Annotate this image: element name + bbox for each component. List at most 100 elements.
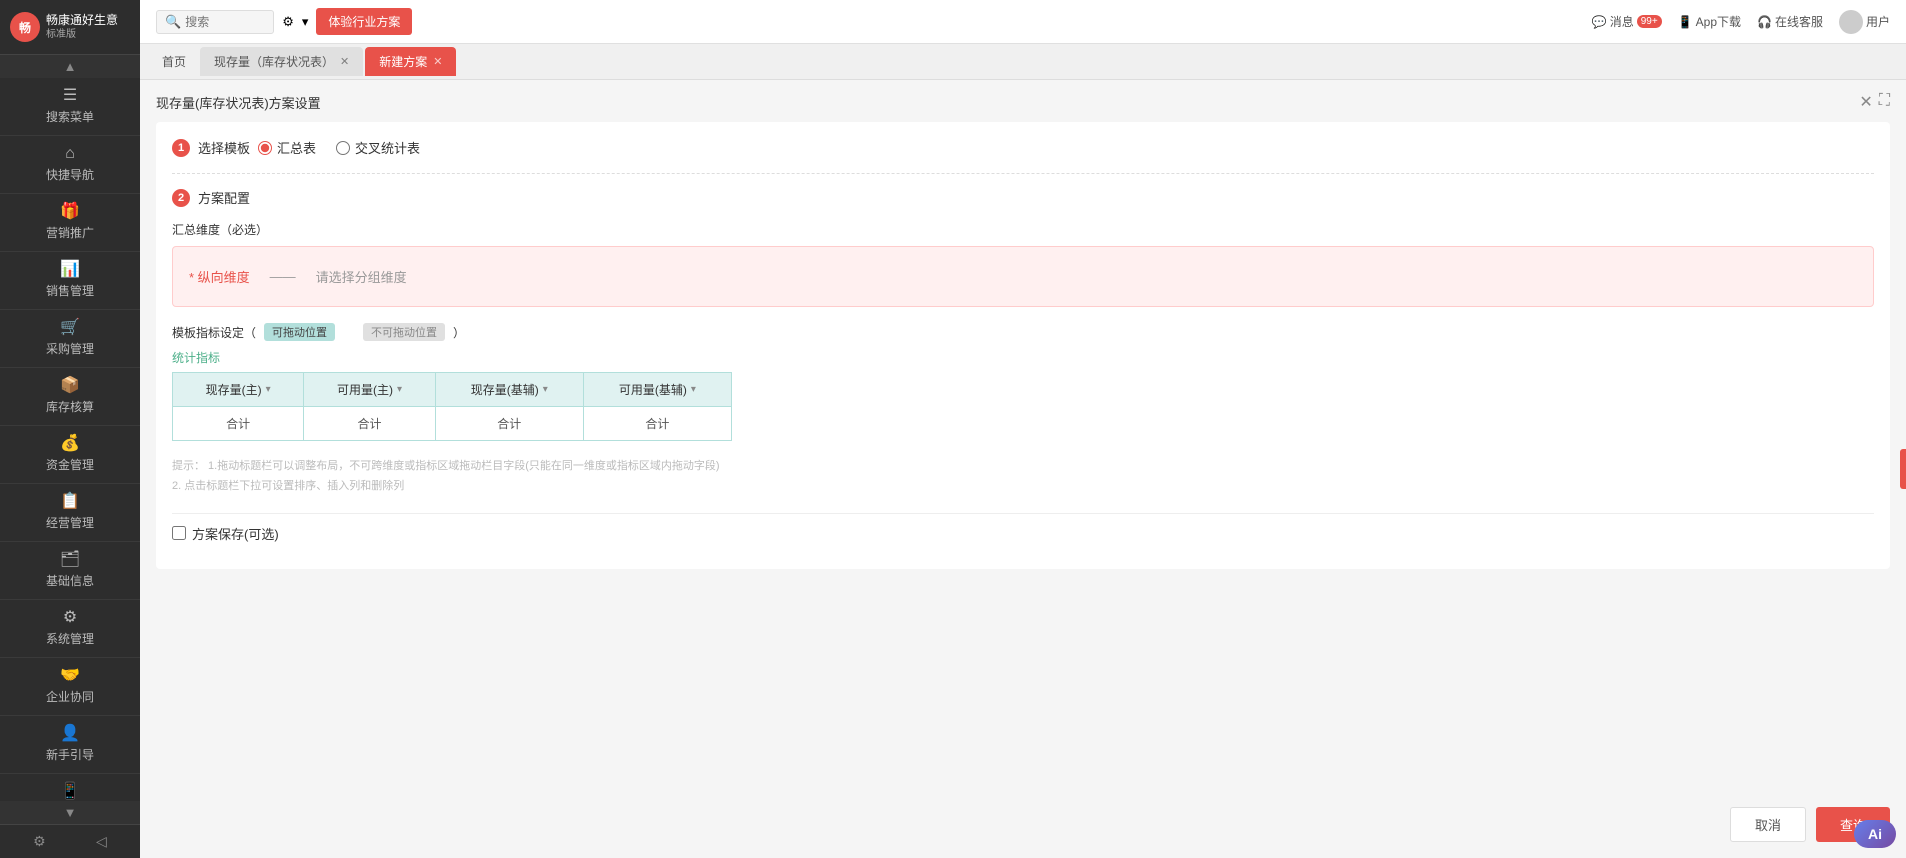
table-row: 合计 合计 合计 合计 [173,407,732,441]
search-menu-icon: ☰ [63,88,77,104]
table-cell-col4: 合计 [583,407,731,441]
gear-icon: ⚙ [63,610,77,626]
table-header-col4[interactable]: 可用量(基辅) ▾ [583,373,731,407]
table-cell-col3: 合计 [435,407,583,441]
table-cell-col1: 合计 [173,407,304,441]
tab-new-plan[interactable]: 新建方案 ✕ [365,47,456,76]
online-service-item[interactable]: 🎧 在线客服 [1757,13,1823,30]
close-panel-btn[interactable]: ✕ [1859,92,1872,112]
message-label: 消息 [1610,13,1634,30]
radio-summary-label: 汇总表 [277,138,316,157]
stats-section-label: 统计指标 [172,349,1874,366]
clipboard-icon: 📋 [60,494,80,510]
sidebar-item-label: 企业协同 [46,688,94,705]
save-section: 方案保存(可选) [172,513,1874,553]
search-icon: 🔍 [165,14,181,30]
indicator-label-end2: ） [453,324,465,341]
radio-cross-label: 交叉统计表 [355,138,420,157]
sidebar-item-label: 系统管理 [46,630,94,647]
topbar-left: 🔍 ⚙ ▾ 体验行业方案 [156,8,412,35]
draggable-badge: 可拖动位置 [264,323,335,341]
tab-inventory-status[interactable]: 现存量（库存状况表） ✕ [200,47,363,76]
tab-new-plan-close[interactable]: ✕ [433,55,442,68]
radio-summary-input[interactable] [258,141,272,155]
content-area: 现存量(库存状况表)方案设置 ✕ ⛶ 1 选择模板 汇总表 [140,80,1906,858]
industry-btn[interactable]: 体验行业方案 [316,8,412,35]
step2-section: 2 方案配置 汇总维度（必选） * 纵向维度 —— 请选择分组维度 模板指标设定… [172,188,1874,497]
indicator-label-end [343,324,355,341]
sidebar-item-basic[interactable]: 🗂 基础信息 [0,542,140,600]
sidebar-item-purchase[interactable]: 🛒 采购管理 [0,310,140,368]
sidebar-scroll-up[interactable]: ▲ [0,55,140,78]
resize-handle[interactable] [1900,449,1906,489]
sidebar-item-business[interactable]: 📋 经营管理 [0,484,140,542]
section-divider-1 [172,173,1874,174]
message-icon: 💬 [1592,15,1607,29]
sidebar-item-inventory[interactable]: 📦 库存核算 [0,368,140,426]
sidebar-scroll-down[interactable]: ▼ [0,801,140,824]
radio-summary[interactable]: 汇总表 [258,138,316,157]
chart-icon: 📊 [60,262,80,278]
sidebar-item-sales[interactable]: 📊 销售管理 [0,252,140,310]
tab-home[interactable]: 首页 [150,47,198,76]
step1-header: 1 选择模板 汇总表 交叉统计表 [172,138,1874,157]
topbar-right: 💬 消息 99+ 📱 App下载 🎧 在线客服 用户 [1592,10,1890,34]
app-download-label: App下载 [1696,13,1741,30]
tab-inventory-close[interactable]: ✕ [340,55,349,68]
panel-controls: ✕ ⛶ [1859,92,1890,112]
save-checkbox[interactable] [172,526,186,540]
box-icon: 📦 [60,378,80,394]
app-download-item[interactable]: 📱 App下载 [1678,13,1741,30]
dropdown-icon[interactable]: ▾ [302,14,309,30]
sidebar-item-search-menu[interactable]: ☰ 搜索菜单 [0,78,140,136]
radio-cross[interactable]: 交叉统计表 [336,138,420,157]
sidebar-item-marketing[interactable]: 🎁 营销推广 [0,194,140,252]
gift-icon: 🎁 [60,204,80,220]
sidebar-bottom: ⚙ ◁ [0,824,140,858]
expand-panel-btn[interactable]: ⛶ [1879,92,1890,112]
cancel-button[interactable]: 取消 [1730,807,1806,842]
non-draggable-badge: 不可拖动位置 [363,323,445,341]
settings-icon[interactable]: ⚙ [282,14,294,30]
ai-badge[interactable]: Ai [1854,820,1896,848]
sound-icon[interactable]: ◁ [96,833,107,850]
panel-header: 现存量(库存状况表)方案设置 ✕ ⛶ [156,92,1890,112]
dimension-field-label: * 纵向维度 [189,267,250,286]
sidebar-item-system[interactable]: ⚙ 系统管理 [0,600,140,658]
sidebar-item-label: 快捷导航 [46,166,94,183]
search-input[interactable] [185,15,265,29]
sidebar-item-finance[interactable]: 💰 资金管理 [0,426,140,484]
sidebar-item-app-center[interactable]: 📱 应用中心 [0,774,140,801]
message-badge-item[interactable]: 💬 消息 99+ [1592,13,1662,30]
template-radio-group: 汇总表 交叉统计表 [258,138,420,157]
table-header-col2[interactable]: 可用量(主) ▾ [304,373,435,407]
stats-table: 现存量(主) ▾ 可用量(主) ▾ [172,372,732,441]
settings-bottom-icon[interactable]: ⚙ [33,833,46,850]
sidebar-item-label: 经营管理 [46,514,94,531]
topbar-search[interactable]: 🔍 [156,10,274,34]
table-cell-col2: 合计 [304,407,435,441]
sidebar-item-enterprise[interactable]: 🤝 企业协同 [0,658,140,716]
indicator-settings: 模板指标设定（ 可拖动位置 不可拖动位置 ） 统计指标 [172,323,1874,441]
sidebar: 畅 畅康通好生意 标准版 ▲ ☰ 搜索菜单 ⌂ 快捷导航 🎁 营销推广 📊 销售… [0,0,140,858]
radio-cross-input[interactable] [336,141,350,155]
chevron-col2: ▾ [397,384,402,395]
sidebar-item-newbie[interactable]: 👤 新手引导 [0,716,140,774]
tip-1: 提示： 1.拖动标题栏可以调整布局，不可跨维度或指标区域拖动栏目字段(只能在同一… [172,457,1874,477]
step1-number: 1 [172,139,190,157]
dimension-placeholder: 请选择分组维度 [316,267,407,286]
sidebar-item-label: 基础信息 [46,572,94,589]
home-icon: ⌂ [65,146,75,162]
table-header-col1[interactable]: 现存量(主) ▾ [173,373,304,407]
sidebar-item-label: 销售管理 [46,282,94,299]
download-icon: 📱 [1678,15,1693,29]
sidebar-item-label: 库存核算 [46,398,94,415]
chevron-col3: ▾ [543,384,548,395]
mobile-icon: 📱 [60,784,80,800]
sidebar-item-label: 搜索菜单 [46,108,94,125]
app-logo-icon: 畅 [10,12,40,42]
sidebar-nav: ☰ 搜索菜单 ⌂ 快捷导航 🎁 营销推广 📊 销售管理 🛒 采购管理 📦 库存核… [0,78,140,801]
table-header-col3[interactable]: 现存量(基辅) ▾ [435,373,583,407]
user-item[interactable]: 用户 [1839,10,1890,34]
sidebar-item-quick-nav[interactable]: ⌂ 快捷导航 [0,136,140,194]
